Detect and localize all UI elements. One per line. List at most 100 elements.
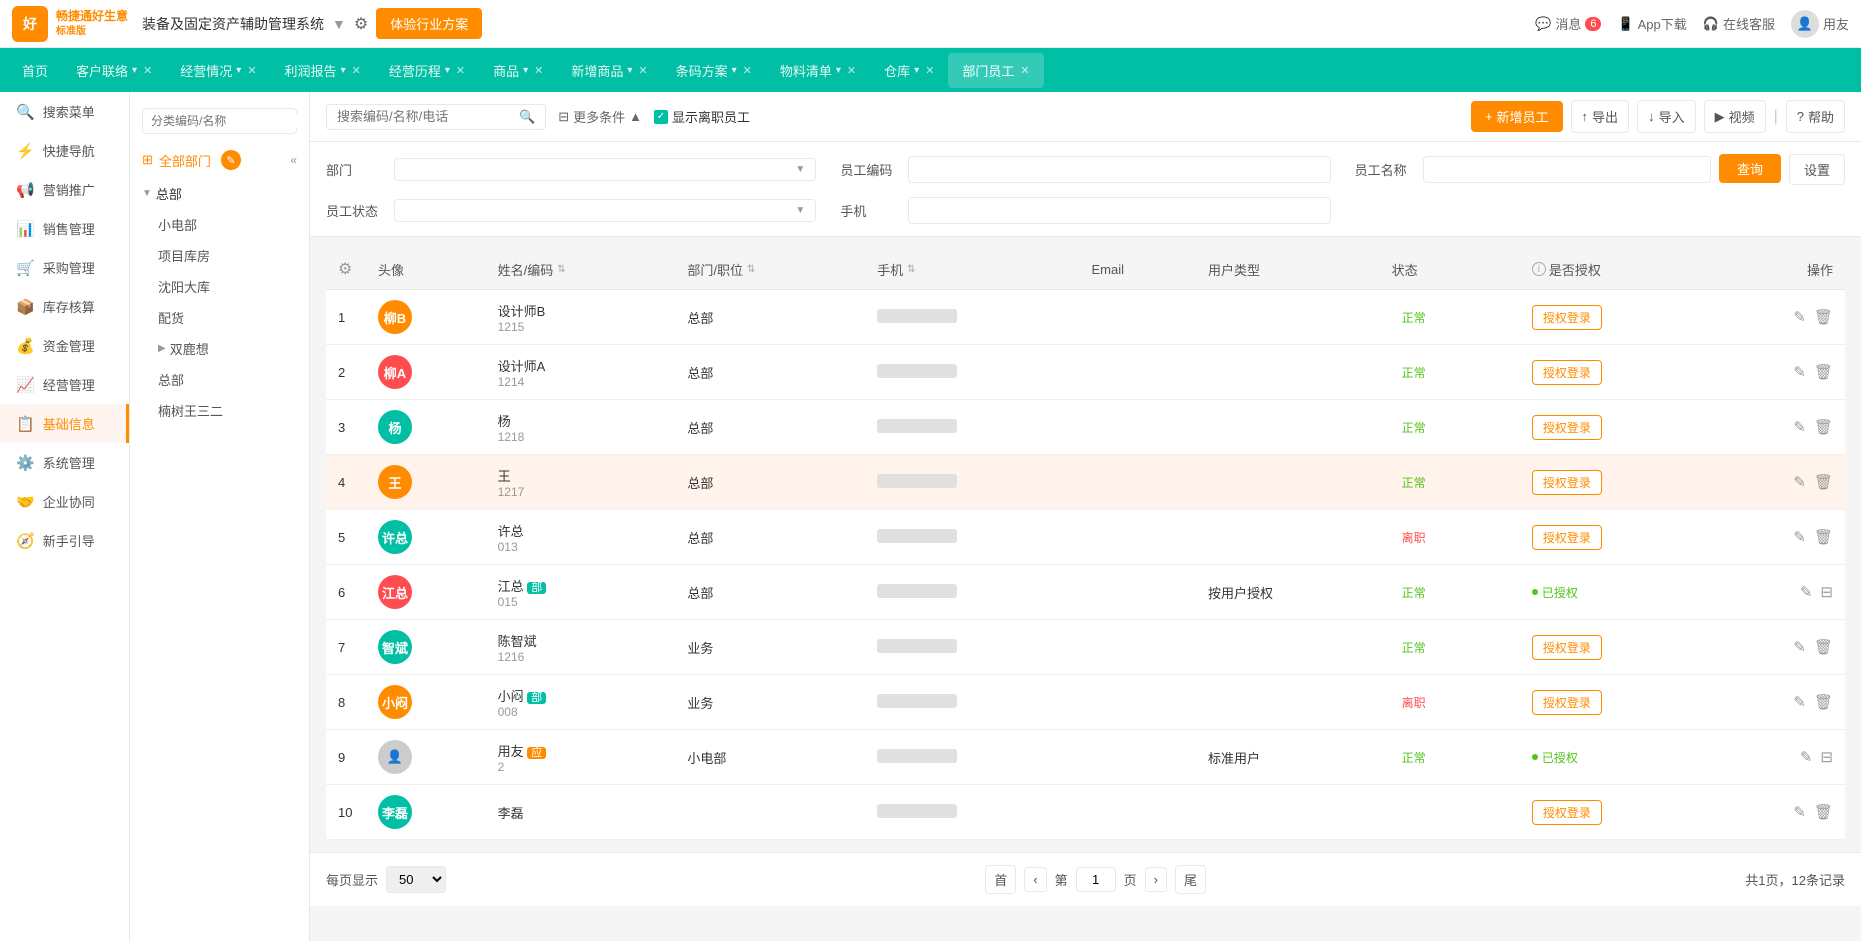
- tab-dept-employee-close[interactable]: ✕: [1020, 64, 1029, 77]
- auth-btn-3[interactable]: 授权登录: [1532, 415, 1602, 440]
- edit-btn-10[interactable]: ✎: [1793, 803, 1806, 821]
- delete-btn-1[interactable]: 🗑: [1814, 308, 1833, 326]
- delete-btn-7[interactable]: 🗑: [1814, 638, 1833, 656]
- settings-icon[interactable]: ⚙: [338, 261, 352, 278]
- tab-customer[interactable]: 客户联络 ▾ ✕: [62, 53, 166, 88]
- page-size-select[interactable]: 50 100 200: [386, 866, 446, 893]
- sidebar-item-collab[interactable]: 🤝 企业协同: [0, 482, 129, 521]
- dept-search-input[interactable]: [151, 114, 306, 128]
- dept-all-item[interactable]: ⊞ 全部部门 ✎ «: [130, 142, 309, 178]
- dept-node-xiaodibu[interactable]: 小电部: [130, 209, 309, 240]
- delete-btn-8[interactable]: 🗑: [1814, 693, 1833, 711]
- dept-search-box[interactable]: 🔍: [142, 108, 297, 134]
- tab-operation[interactable]: 经营情况 ▾ ✕: [166, 53, 270, 88]
- edit-btn-1[interactable]: ✎: [1793, 308, 1806, 326]
- th-name[interactable]: 姓名/编码 ⇅: [486, 249, 676, 290]
- auth-btn-8[interactable]: 授权登录: [1532, 690, 1602, 715]
- tab-add-goods[interactable]: 新增商品 ▾ ✕: [557, 53, 661, 88]
- dept-node-shenyang[interactable]: 沈阳大库: [130, 271, 309, 302]
- th-settings[interactable]: ⚙: [326, 249, 366, 290]
- tab-warehouse-close[interactable]: ✕: [925, 64, 934, 77]
- th-phone[interactable]: 手机 ⇅: [865, 249, 1079, 290]
- auth-btn-10[interactable]: 授权登录: [1532, 800, 1602, 825]
- more-filter-btn[interactable]: ⊟ 更多条件 ▲: [558, 107, 642, 126]
- app-download-item[interactable]: 📱 App下载: [1617, 14, 1686, 33]
- tab-bom[interactable]: 物料清单 ▾ ✕: [766, 53, 870, 88]
- last-page-btn[interactable]: 尾: [1175, 865, 1206, 894]
- tab-customer-close[interactable]: ✕: [143, 64, 152, 77]
- delete-btn-9[interactable]: ⊟: [1820, 748, 1833, 766]
- tab-profit[interactable]: 利润报告 ▾ ✕: [271, 53, 375, 88]
- dept-node-nanshu[interactable]: 楠树王三二: [130, 395, 309, 426]
- sidebar-item-biz[interactable]: 📈 经营管理: [0, 365, 129, 404]
- th-dept[interactable]: 部门/职位 ⇅: [675, 249, 865, 290]
- delete-btn-2[interactable]: 🗑: [1814, 363, 1833, 381]
- sidebar-item-marketing[interactable]: 📢 营销推广: [0, 170, 129, 209]
- online-service-item[interactable]: 🎧 在线客服: [1703, 14, 1775, 33]
- delete-btn-10[interactable]: 🗑: [1814, 803, 1833, 821]
- dept-node-general[interactable]: ▼ 总部: [130, 178, 309, 209]
- search-btn[interactable]: 查询: [1719, 154, 1781, 183]
- set-btn[interactable]: 设置: [1789, 154, 1845, 185]
- edit-btn-4[interactable]: ✎: [1793, 473, 1806, 491]
- page-input[interactable]: [1076, 867, 1116, 892]
- tab-home[interactable]: 首页: [8, 53, 62, 88]
- video-btn[interactable]: ▶ 视频: [1704, 100, 1766, 133]
- dept-edit-btn[interactable]: ✎: [221, 150, 241, 170]
- sidebar-item-inventory[interactable]: 📦 库存核算: [0, 287, 129, 326]
- import-btn[interactable]: ↓ 导入: [1637, 100, 1696, 133]
- delete-btn-6[interactable]: ⊟: [1820, 583, 1833, 601]
- name-filter-input[interactable]: [1423, 156, 1711, 183]
- prev-page-btn[interactable]: ‹: [1024, 867, 1046, 892]
- auth-btn-7[interactable]: 授权登录: [1532, 635, 1602, 660]
- edit-btn-5[interactable]: ✎: [1793, 528, 1806, 546]
- sidebar-item-finance[interactable]: 💰 资金管理: [0, 326, 129, 365]
- status-filter-select[interactable]: ▼: [394, 199, 816, 222]
- delete-btn-5[interactable]: 🗑: [1814, 528, 1833, 546]
- auth-btn-1[interactable]: 授权登录: [1532, 305, 1602, 330]
- sidebar-item-search[interactable]: 🔍 搜索菜单: [0, 92, 129, 131]
- help-btn[interactable]: ? 帮助: [1786, 100, 1845, 133]
- tab-process[interactable]: 经营历程 ▾ ✕: [375, 53, 479, 88]
- auth-btn-5[interactable]: 授权登录: [1532, 525, 1602, 550]
- tab-bom-close[interactable]: ✕: [847, 64, 856, 77]
- edit-btn-3[interactable]: ✎: [1793, 418, 1806, 436]
- trial-btn[interactable]: 体验行业方案: [376, 8, 482, 39]
- edit-btn-9[interactable]: ✎: [1800, 748, 1813, 766]
- tab-goods[interactable]: 商品 ▾ ✕: [479, 53, 557, 88]
- tab-barcode[interactable]: 条码方案 ▾ ✕: [662, 53, 766, 88]
- tab-process-close[interactable]: ✕: [456, 64, 465, 77]
- add-employee-btn[interactable]: + 新增员工: [1471, 101, 1563, 132]
- title-dropdown-icon[interactable]: ▼: [332, 16, 346, 32]
- dept-collapse-btn[interactable]: «: [290, 153, 297, 167]
- next-page-btn[interactable]: ›: [1145, 867, 1167, 892]
- tab-profit-close[interactable]: ✕: [352, 64, 361, 77]
- delete-btn-3[interactable]: 🗑: [1814, 418, 1833, 436]
- edit-btn-2[interactable]: ✎: [1793, 363, 1806, 381]
- sidebar-item-purchase[interactable]: 🛒 采购管理: [0, 248, 129, 287]
- dept-node-delivery[interactable]: 配货: [130, 302, 309, 333]
- sidebar-item-guide[interactable]: 🧭 新手引导: [0, 521, 129, 560]
- tab-add-goods-close[interactable]: ✕: [638, 64, 647, 77]
- dept-node-shuanglu[interactable]: ▶ 双鹿想: [130, 333, 309, 364]
- search-box[interactable]: 🔍: [326, 104, 546, 130]
- auth-btn-4[interactable]: 授权登录: [1532, 470, 1602, 495]
- phone-filter-input[interactable]: [908, 197, 1330, 224]
- message-item[interactable]: 💬 消息 6: [1535, 14, 1601, 33]
- sidebar-item-system[interactable]: ⚙️ 系统管理: [0, 443, 129, 482]
- gear-icon[interactable]: ⚙: [354, 14, 368, 34]
- edit-btn-8[interactable]: ✎: [1793, 693, 1806, 711]
- auth-btn-2[interactable]: 授权登录: [1532, 360, 1602, 385]
- tab-warehouse[interactable]: 仓库 ▾ ✕: [870, 53, 948, 88]
- delete-btn-4[interactable]: 🗑: [1814, 473, 1833, 491]
- first-page-btn[interactable]: 首: [985, 865, 1016, 894]
- dept-node-zongbu[interactable]: 总部: [130, 364, 309, 395]
- code-filter-input[interactable]: [908, 156, 1330, 183]
- user-item[interactable]: 👤 用友: [1791, 10, 1849, 38]
- sidebar-item-quicknav[interactable]: ⚡ 快捷导航: [0, 131, 129, 170]
- sidebar-item-sales[interactable]: 📊 销售管理: [0, 209, 129, 248]
- dept-node-project[interactable]: 项目库房: [130, 240, 309, 271]
- edit-btn-7[interactable]: ✎: [1793, 638, 1806, 656]
- search-input[interactable]: [337, 109, 513, 124]
- tab-dept-employee[interactable]: 部门员工 ✕: [948, 53, 1043, 88]
